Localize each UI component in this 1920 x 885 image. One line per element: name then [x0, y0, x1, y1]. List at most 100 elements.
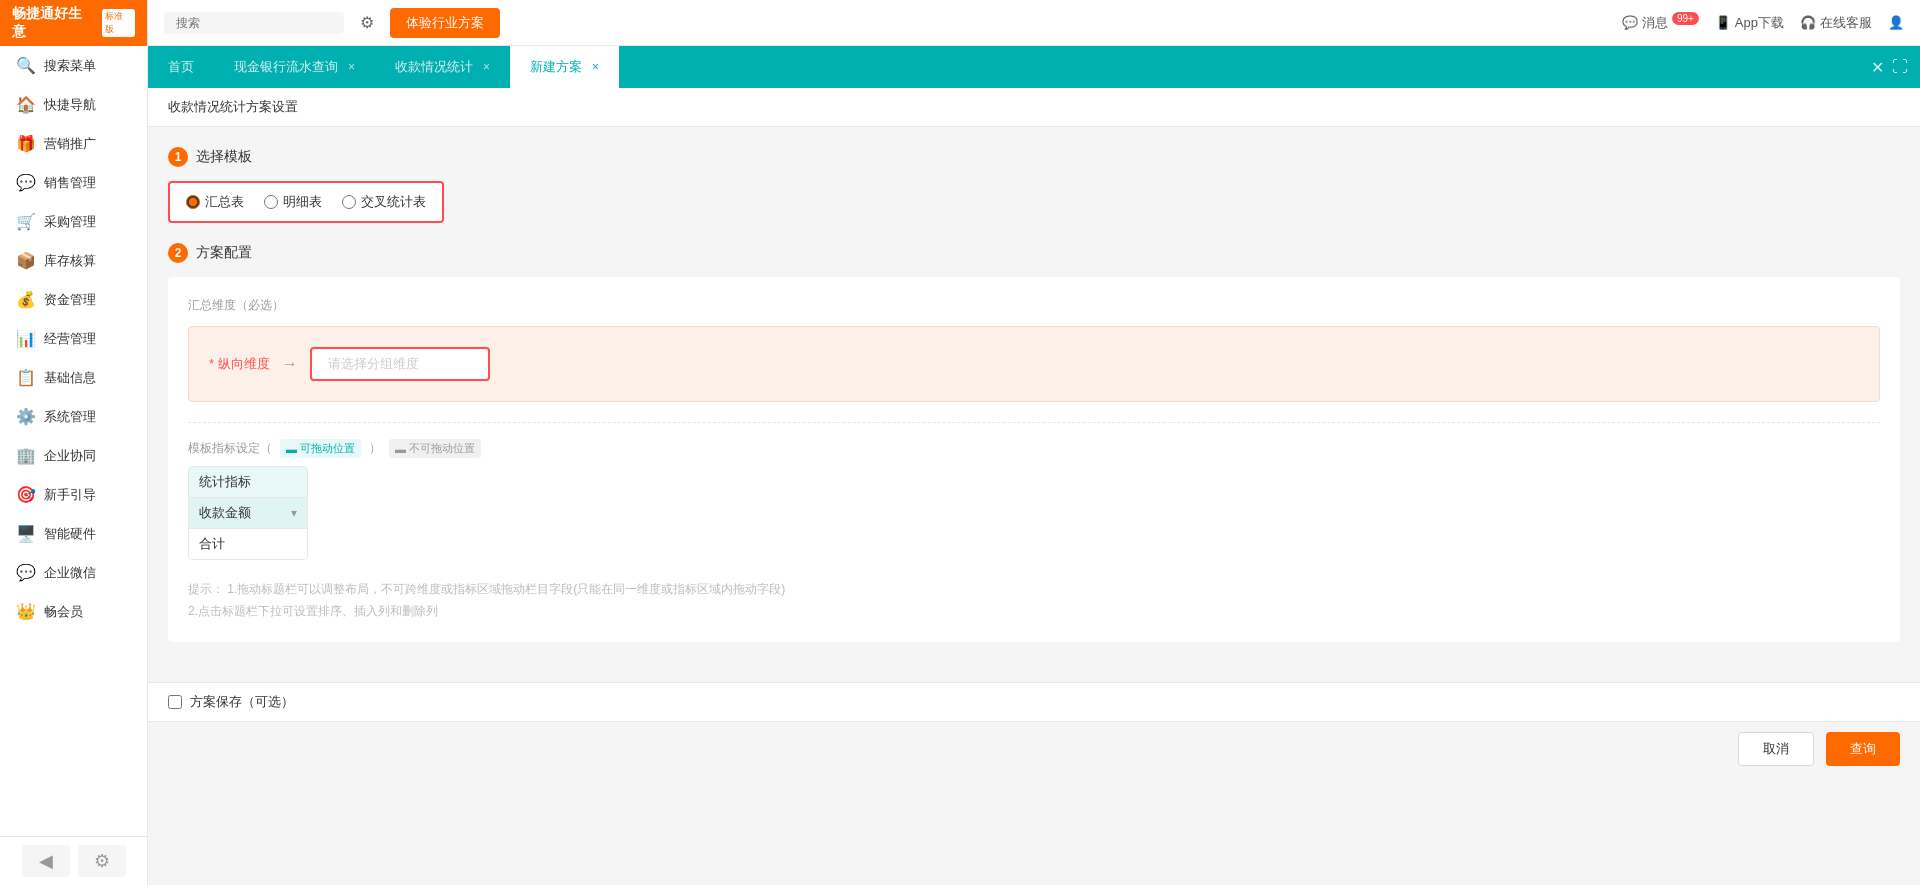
radio-detail-input[interactable]: [264, 195, 278, 209]
sidebar-item-label: 营销推广: [44, 135, 96, 153]
sidebar-item-label: 库存核算: [44, 252, 96, 270]
tab-new-plan-close[interactable]: ×: [592, 60, 599, 74]
sidebar-item-label: 销售管理: [44, 174, 96, 192]
sidebar-item-smart-hw[interactable]: 🖥️ 智能硬件: [0, 514, 147, 553]
operation-icon: 📊: [16, 329, 36, 348]
step1-section: 1 选择模板 汇总表 明细表 交叉统计表: [168, 147, 1900, 223]
step2-title: 2 方案配置: [168, 243, 1900, 263]
confirm-button[interactable]: 查询: [1826, 732, 1900, 766]
radio-cross-label: 交叉统计表: [361, 193, 426, 211]
app-download-button[interactable]: 📱 App下载: [1715, 14, 1784, 32]
smart-hw-icon: 🖥️: [16, 524, 36, 543]
sidebar-settings-btn[interactable]: ⚙: [78, 845, 126, 877]
sidebar-item-finance[interactable]: 💰 资金管理: [0, 280, 147, 319]
sidebar-item-label: 资金管理: [44, 291, 96, 309]
indicators-section: 模板指标设定（ ▬ 可拖动位置 ） ▬ 不可拖动位置: [188, 439, 1880, 563]
tab-new-plan-label: 新建方案: [530, 58, 582, 76]
radio-summary-label: 汇总表: [205, 193, 244, 211]
logo-badge: 标准版: [102, 9, 135, 37]
radio-cross[interactable]: 交叉统计表: [342, 193, 426, 211]
finance-icon: 💰: [16, 290, 36, 309]
radio-cross-input[interactable]: [342, 195, 356, 209]
sidebar-item-purchase[interactable]: 🛒 采购管理: [0, 202, 147, 241]
wechat-icon: 💬: [16, 563, 36, 582]
sidebar-item-label: 企业协同: [44, 447, 96, 465]
sidebar-collapse-btn[interactable]: ◀: [22, 845, 70, 877]
app-icon: 📱: [1715, 15, 1731, 30]
sidebar-item-label: 畅会员: [44, 603, 83, 621]
config-panel: 汇总维度（必选） 纵向维度 → 请选择分组维度: [168, 277, 1900, 642]
topbar-right: 💬 消息 99+ 📱 App下载 🎧 在线客服 👤: [1622, 14, 1904, 32]
sidebar-item-quick-nav[interactable]: 🏠 快捷导航: [0, 85, 147, 124]
message-button[interactable]: 💬 消息 99+: [1622, 14, 1699, 32]
tab-cash-bank[interactable]: 现金银行流水查询 ×: [214, 46, 375, 88]
message-icon: 💬: [1622, 15, 1638, 30]
enterprise-icon: 🏢: [16, 446, 36, 465]
sidebar-item-marketing[interactable]: 🎁 营销推广: [0, 124, 147, 163]
sidebar-item-inventory[interactable]: 📦 库存核算: [0, 241, 147, 280]
tab-receipts-stat-label: 收款情况统计: [395, 58, 473, 76]
page-title: 收款情况统计方案设置: [168, 99, 298, 114]
sidebar-item-guide[interactable]: 🎯 新手引导: [0, 475, 147, 514]
tabs-action-area: ✕ ⛶: [1871, 58, 1920, 77]
indicators-label: 模板指标设定（ ▬ 可拖动位置 ） ▬ 不可拖动位置: [188, 439, 1880, 458]
sidebar-item-enterprise[interactable]: 🏢 企业协同: [0, 436, 147, 475]
cancel-button[interactable]: 取消: [1738, 732, 1814, 766]
sidebar-item-label: 新手引导: [44, 486, 96, 504]
tab-new-plan[interactable]: 新建方案 ×: [510, 46, 619, 88]
guide-icon: 🎯: [16, 485, 36, 504]
non-draggable-indicator: ▬: [395, 443, 406, 455]
tip-1: 提示： 1.拖动标题栏可以调整布局，不可跨维度或指标区域拖动栏目字段(只能在同一…: [188, 579, 1880, 601]
trial-button[interactable]: 体验行业方案: [390, 8, 500, 38]
page-header: 收款情况统计方案设置: [148, 88, 1920, 127]
stat-table-title: 统计指标: [199, 473, 251, 491]
dimension-select[interactable]: 请选择分组维度: [310, 347, 490, 381]
tab-receipts-stat[interactable]: 收款情况统计 ×: [375, 46, 510, 88]
message-label: 消息: [1642, 14, 1668, 32]
radio-detail[interactable]: 明细表: [264, 193, 322, 211]
tab-cash-bank-label: 现金银行流水查询: [234, 58, 338, 76]
tab-receipts-stat-close[interactable]: ×: [483, 60, 490, 74]
radio-summary-input[interactable]: [186, 195, 200, 209]
tab-expand-icon[interactable]: ⛶: [1892, 58, 1908, 76]
sales-icon: 💬: [16, 173, 36, 192]
save-checkbox[interactable]: [168, 695, 182, 709]
user-avatar[interactable]: 👤: [1888, 15, 1904, 30]
logo-text: 畅捷通好生意: [12, 5, 94, 41]
radio-summary[interactable]: 汇总表: [186, 193, 244, 211]
sidebar-item-label: 企业微信: [44, 564, 96, 582]
sidebar-item-basic-info[interactable]: 📋 基础信息: [0, 358, 147, 397]
sidebar-item-search-menu[interactable]: 🔍 搜索菜单: [0, 46, 147, 85]
stat-table-header: 统计指标: [189, 467, 307, 498]
tab-bar: 首页 现金银行流水查询 × 收款情况统计 × 新建方案 × ✕ ⛶: [148, 46, 1920, 88]
indicators-title: 模板指标设定（: [188, 440, 272, 457]
app-download-label: App下载: [1735, 14, 1784, 32]
sidebar-logo: 畅捷通好生意 标准版: [0, 0, 147, 46]
sidebar-item-member[interactable]: 👑 畅会员: [0, 592, 147, 631]
settings-gear-icon[interactable]: ⚙: [360, 13, 374, 32]
stat-total-row: 合计: [189, 529, 307, 559]
sidebar-item-system[interactable]: ⚙️ 系统管理: [0, 397, 147, 436]
sidebar-item-wechat[interactable]: 💬 企业微信: [0, 553, 147, 592]
tab-close-all-icon[interactable]: ✕: [1871, 58, 1884, 77]
online-service-label: 在线客服: [1820, 14, 1872, 32]
sidebar-item-operation[interactable]: 📊 经营管理: [0, 319, 147, 358]
footer-save: 方案保存（可选）: [148, 682, 1920, 721]
tab-cash-bank-close[interactable]: ×: [348, 60, 355, 74]
step2-section: 2 方案配置 汇总维度（必选） 纵向维度 → 请选择分组维度: [168, 243, 1900, 642]
marketing-icon: 🎁: [16, 134, 36, 153]
page-body: 1 选择模板 汇总表 明细表 交叉统计表: [148, 127, 1920, 682]
dimension-placeholder: 请选择分组维度: [328, 356, 419, 371]
stat-total-label: 合计: [199, 536, 225, 551]
topbar: ⚙ 体验行业方案 💬 消息 99+ 📱 App下载 🎧 在线客服 👤: [148, 0, 1920, 46]
sidebar-item-sales[interactable]: 💬 销售管理: [0, 163, 147, 202]
radio-detail-label: 明细表: [283, 193, 322, 211]
service-icon: 🎧: [1800, 15, 1816, 30]
stat-dropdown-icon[interactable]: ▾: [291, 506, 297, 520]
dimension-row-label: 纵向维度: [209, 355, 270, 373]
content-area: 收款情况统计方案设置 1 选择模板 汇总表 明细表: [148, 88, 1920, 885]
online-service-button[interactable]: 🎧 在线客服: [1800, 14, 1872, 32]
search-input[interactable]: [164, 12, 344, 34]
stat-column-header[interactable]: 收款金额 ▾: [189, 498, 307, 529]
tab-home[interactable]: 首页: [148, 46, 214, 88]
